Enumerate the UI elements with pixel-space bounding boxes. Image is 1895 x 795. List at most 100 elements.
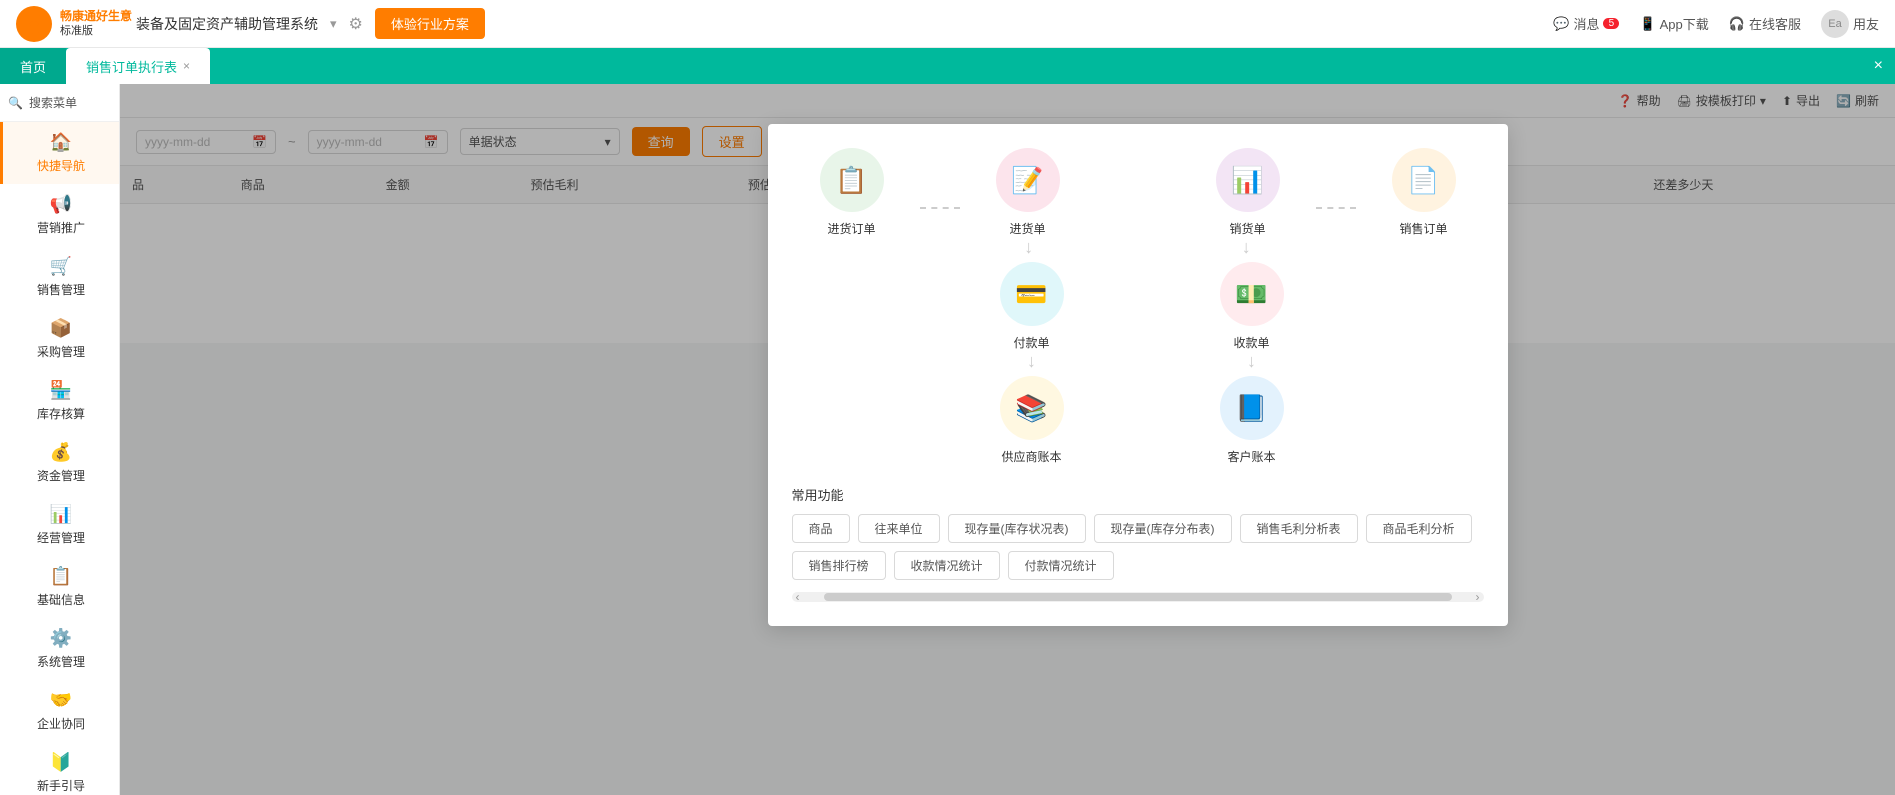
func-buttons-row2: 销售排行榜 收款情况统计 付款情况统计: [792, 551, 1484, 580]
message-action[interactable]: 💬 消息 5: [1553, 14, 1619, 33]
message-badge: 5: [1603, 18, 1619, 29]
func-btn-receipt-stat[interactable]: 收款情况统计: [894, 551, 1000, 580]
title-dropdown-icon[interactable]: ▾: [330, 16, 337, 32]
node-sale-order[interactable]: 📄 销售订单: [1364, 148, 1484, 237]
online-service-label: 在线客服: [1749, 14, 1801, 33]
sidebar-item-system[interactable]: ⚙️ 系统管理: [0, 618, 119, 680]
marketing-label: 营销推广: [37, 219, 85, 236]
main-layout: 🔍 搜索菜单 🏠 快捷导航 📢 营销推广 🛒 销售管理 📦 采购管理 🏪: [0, 84, 1895, 795]
brand-edition: 标准版: [60, 24, 132, 38]
sidebar-item-marketing[interactable]: 📢 营销推广: [0, 184, 119, 246]
func-btn-payment-stat[interactable]: 付款情况统计: [1008, 551, 1114, 580]
sidebar-item-enterprise[interactable]: 🤝 企业协同: [0, 680, 119, 742]
operation-label: 经营管理: [37, 529, 85, 546]
sales-icon: 🛒: [50, 256, 72, 277]
func-btn-sales-profit[interactable]: 销售毛利分析表: [1240, 514, 1358, 543]
sidebar-item-sales[interactable]: 🛒 销售管理: [0, 246, 119, 308]
system-name: 装备及固定资产辅助管理系统: [136, 14, 318, 34]
sidebar-item-guide[interactable]: 🔰 新手引导: [0, 742, 119, 795]
purchase-order-icon: 📋: [820, 148, 884, 212]
node-payment-bill[interactable]: 💳 付款单: [972, 262, 1092, 351]
arrow-down-payment: ↓: [972, 351, 1092, 372]
scroll-right-btn[interactable]: ›: [1472, 590, 1484, 604]
flow-diagram: 📋 进货订单 📝 进货单: [792, 148, 1484, 465]
purchase-bill-label: 进货单: [1009, 220, 1045, 237]
sidebar-item-purchase[interactable]: 📦 采购管理: [0, 308, 119, 370]
finance-label: 资金管理: [37, 467, 85, 484]
sidebar-item-operation[interactable]: 📊 经营管理: [0, 494, 119, 556]
node-customer-ledger[interactable]: 📘 客户账本: [1192, 376, 1312, 465]
trial-button[interactable]: 体验行业方案: [375, 8, 485, 39]
func-btn-sales-rank[interactable]: 销售排行榜: [792, 551, 886, 580]
node-purchase-order[interactable]: 📋 进货订单: [792, 148, 912, 237]
system-label: 系统管理: [37, 653, 85, 670]
scroll-thumb: [824, 593, 1452, 601]
purchase-bill-icon: 📝: [996, 148, 1060, 212]
tab-home[interactable]: 首页: [0, 48, 66, 84]
supplier-ledger-icon: 📚: [1000, 376, 1064, 440]
logo-text: 畅康通好生意 标准版: [60, 9, 132, 39]
func-btn-product-profit[interactable]: 商品毛利分析: [1366, 514, 1472, 543]
user-name-label: 用友: [1853, 14, 1879, 33]
node-supplier-ledger[interactable]: 📚 供应商账本: [972, 376, 1092, 465]
popup-scrollbar[interactable]: ‹ ›: [792, 592, 1484, 602]
supplier-ledger-label: 供应商账本: [1001, 448, 1061, 465]
purchase-order-label: 进货订单: [827, 220, 875, 237]
message-icon: 💬: [1553, 16, 1569, 32]
sidebar-item-finance[interactable]: 💰 资金管理: [0, 432, 119, 494]
purchase-icon: 📦: [50, 318, 72, 339]
avatar-text: Ea: [1828, 18, 1841, 30]
func-btn-product[interactable]: 商品: [792, 514, 850, 543]
basic-info-icon: 📋: [50, 566, 72, 587]
operation-icon: 📊: [50, 504, 72, 525]
sales-label: 销售管理: [37, 281, 85, 298]
func-btn-stock-dist[interactable]: 现存量(库存分布表): [1094, 514, 1232, 543]
basic-info-label: 基础信息: [37, 591, 85, 608]
tab-close-icon[interactable]: ×: [183, 59, 190, 73]
quick-nav-icon: 🏠: [50, 132, 72, 153]
finance-icon: 💰: [50, 442, 72, 463]
func-btn-contacts[interactable]: 往来单位: [858, 514, 940, 543]
purchase-label: 采购管理: [37, 343, 85, 360]
sidebar-item-inventory[interactable]: 🏪 库存核算: [0, 370, 119, 432]
search-menu-label: 搜索菜单: [29, 94, 77, 111]
tab-sales-order[interactable]: 销售订单执行表 ×: [66, 48, 210, 84]
tabs-close-all[interactable]: ×: [1874, 57, 1895, 75]
node-sale-bill[interactable]: 📊 销货单: [1188, 148, 1308, 237]
scroll-left-btn[interactable]: ‹: [792, 590, 804, 604]
inventory-icon: 🏪: [50, 380, 72, 401]
popup-card: 📋 进货订单 📝 进货单: [768, 124, 1508, 626]
logo-icon: [16, 6, 52, 42]
user-profile[interactable]: Ea 用友: [1821, 10, 1879, 38]
sidebar-item-basic-info[interactable]: 📋 基础信息: [0, 556, 119, 618]
app-download-action[interactable]: 📱 App下载: [1639, 14, 1708, 33]
func-btn-stock-status[interactable]: 现存量(库存状况表): [948, 514, 1086, 543]
top-header: 畅康通好生意 标准版 装备及固定资产辅助管理系统 ▾ ⚙ 体验行业方案 💬 消息…: [0, 0, 1895, 48]
payment-bill-icon: 💳: [1000, 262, 1064, 326]
quick-nav-label: 快捷导航: [37, 157, 85, 174]
online-service-action[interactable]: 🎧 在线客服: [1729, 14, 1801, 33]
sale-bill-icon: 📊: [1216, 148, 1280, 212]
node-purchase-bill[interactable]: 📝 进货单: [968, 148, 1088, 237]
search-menu[interactable]: 🔍 搜索菜单: [0, 84, 119, 122]
content-area: ❓ 帮助 🖨 按模板打印 ▾ ⬆ 导出 🔄 刷新 yyyy-mm-dd 📅: [120, 84, 1895, 795]
brand-name: 畅康通好生意: [60, 9, 132, 25]
arrow-down-receipt: ↓: [1192, 351, 1312, 372]
receipt-bill-icon: 💵: [1220, 262, 1284, 326]
customer-ledger-label: 客户账本: [1227, 448, 1275, 465]
common-functions-title: 常用功能: [792, 485, 1484, 504]
app-download-label: App下载: [1660, 14, 1709, 33]
sale-order-label: 销售订单: [1399, 220, 1447, 237]
sidebar-item-quick-nav[interactable]: 🏠 快捷导航: [0, 122, 119, 184]
sales-order-tab-label: 销售订单执行表: [86, 57, 177, 76]
header-right: 💬 消息 5 📱 App下载 🎧 在线客服 Ea 用友: [1553, 10, 1879, 38]
service-icon: 🎧: [1729, 16, 1745, 32]
guide-label: 新手引导: [37, 777, 85, 794]
system-title-area: 装备及固定资产辅助管理系统 ▾ ⚙ 体验行业方案: [136, 8, 1553, 39]
node-receipt-bill[interactable]: 💵 收款单: [1192, 262, 1312, 351]
search-icon: 🔍: [8, 96, 23, 110]
marketing-icon: 📢: [50, 194, 72, 215]
settings-icon[interactable]: ⚙: [349, 14, 363, 34]
message-label: 消息: [1573, 14, 1599, 33]
nav-tabs: 首页 销售订单执行表 × ×: [0, 48, 1895, 84]
